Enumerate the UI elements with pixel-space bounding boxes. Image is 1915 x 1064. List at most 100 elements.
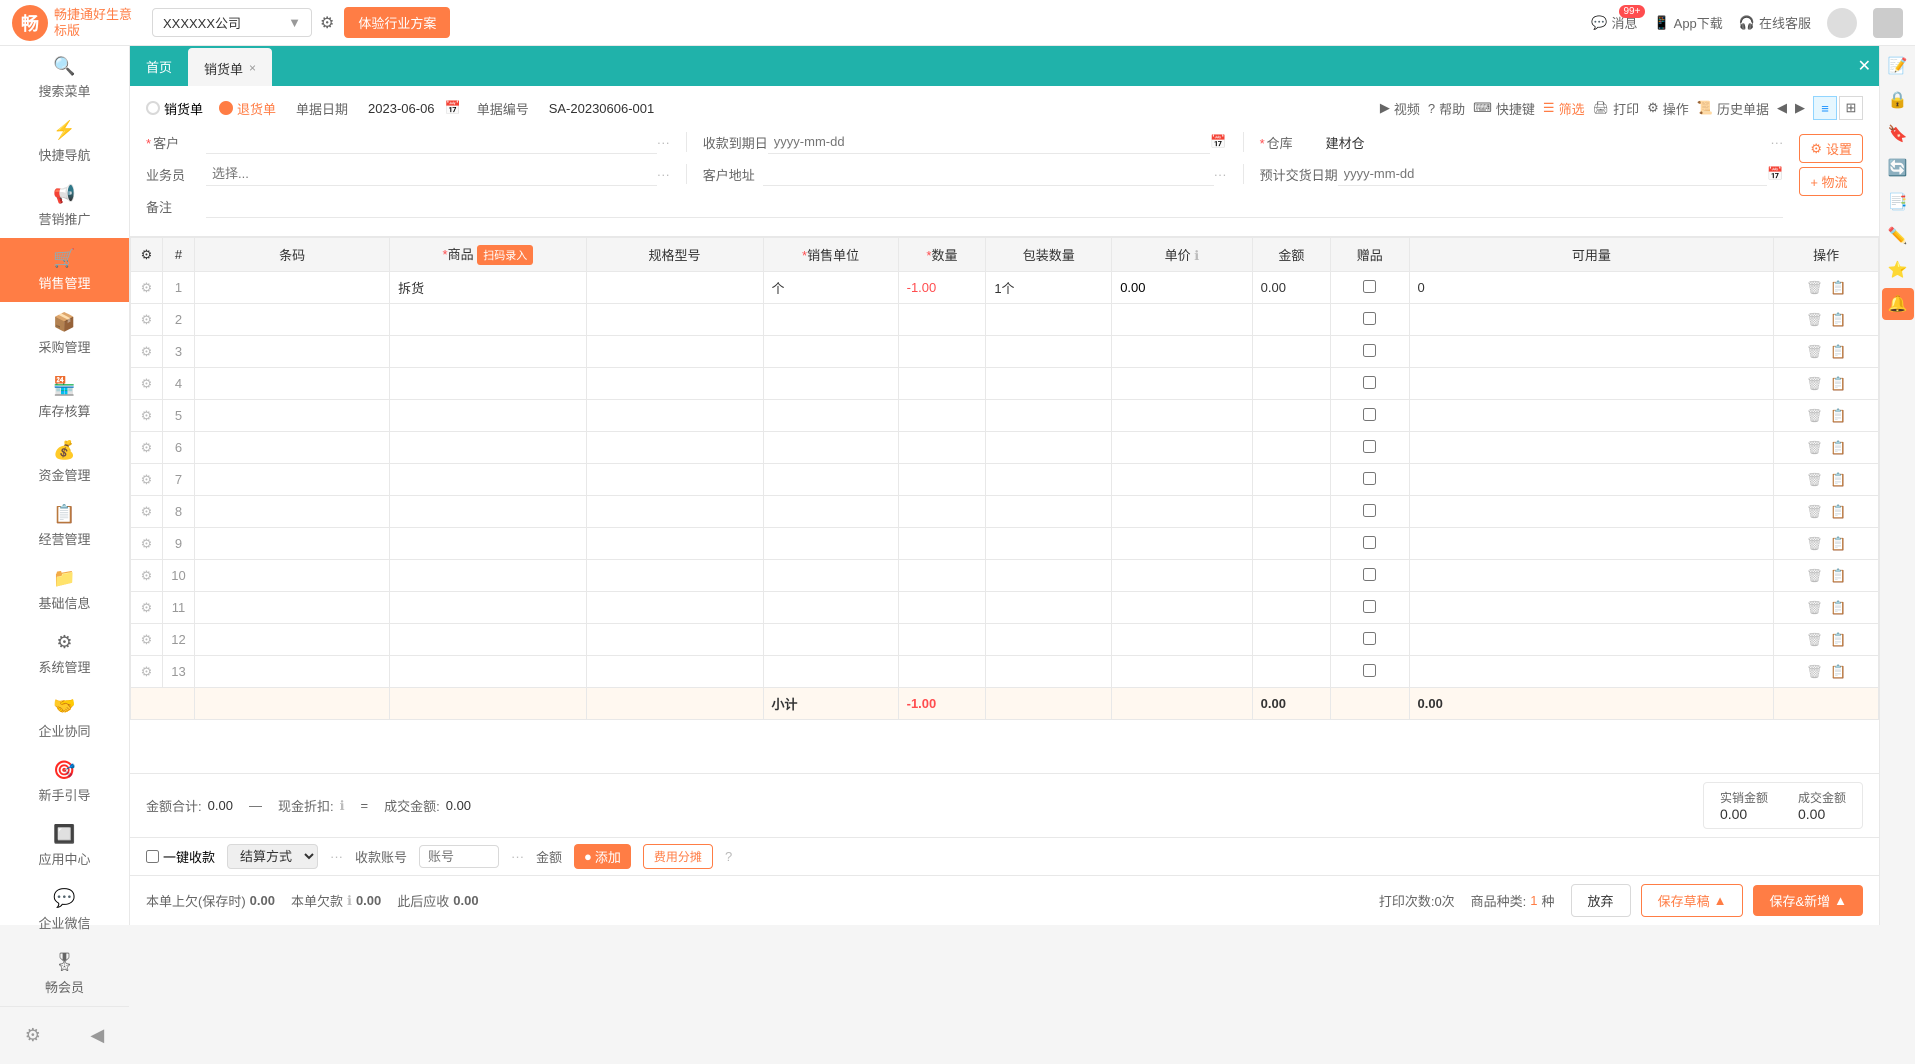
cell-barcode-8[interactable]	[195, 528, 390, 560]
sidebar-item-guide[interactable]: 🎯 新手引导	[0, 750, 129, 814]
th-settings[interactable]: ⚙	[131, 238, 163, 272]
logistics-btn[interactable]: + 物流	[1799, 167, 1863, 196]
copy-icon-8[interactable]: 📋	[1830, 536, 1846, 551]
cell-price-12[interactable]	[1112, 656, 1252, 688]
delete-icon-10[interactable]: 🗑	[1806, 600, 1823, 615]
cell-qty-11[interactable]	[898, 624, 986, 656]
cell-qty-10[interactable]	[898, 592, 986, 624]
cell-barcode-0[interactable]	[195, 272, 390, 304]
delivery-date-input[interactable]	[1338, 162, 1768, 186]
help-btn[interactable]: ? 帮助	[1428, 99, 1465, 118]
cell-barcode-5[interactable]	[195, 432, 390, 464]
sidebar-item-inventory[interactable]: 🏪 库存核算	[0, 366, 129, 430]
cell-qty-8[interactable]	[898, 528, 986, 560]
cell-price-10[interactable]	[1112, 592, 1252, 624]
cell-spec-9[interactable]	[586, 560, 763, 592]
cell-price-2[interactable]	[1112, 336, 1252, 368]
salesperson-input[interactable]	[206, 162, 657, 186]
copy-icon-11[interactable]: 📋	[1830, 632, 1846, 647]
copy-icon-4[interactable]: 📋	[1830, 408, 1846, 423]
cell-gift-7[interactable]	[1331, 496, 1409, 528]
cell-gift-12[interactable]	[1331, 656, 1409, 688]
cell-spec-10[interactable]	[586, 592, 763, 624]
cell-price-3[interactable]	[1112, 368, 1252, 400]
sidebar-item-marketing[interactable]: 📢 营销推广	[0, 174, 129, 238]
copy-icon-1[interactable]: 📋	[1830, 312, 1846, 327]
address-input[interactable]	[763, 162, 1214, 186]
cell-qty-0[interactable]: -1.00	[898, 272, 986, 304]
calc-method-dots[interactable]: ···	[330, 849, 343, 864]
sidebar-item-management[interactable]: 📋 经营管理	[0, 494, 129, 558]
radio-return[interactable]: 退货单	[219, 99, 276, 118]
cell-barcode-3[interactable]	[195, 368, 390, 400]
sidebar-item-finance[interactable]: 💰 资金管理	[0, 430, 129, 494]
account-dots[interactable]: ···	[511, 849, 524, 864]
copy-icon-12[interactable]: 📋	[1830, 664, 1846, 679]
cell-spec-11[interactable]	[586, 624, 763, 656]
cell-qty-12[interactable]	[898, 656, 986, 688]
right-star-btn[interactable]: ⭐	[1882, 254, 1914, 286]
sidebar-settings-btn[interactable]: ⚙	[25, 1015, 41, 1056]
operation-btn[interactable]: ⚙ 操作	[1647, 99, 1689, 118]
right-copy-btn[interactable]: 📑	[1882, 186, 1914, 218]
copy-icon-9[interactable]: 📋	[1830, 568, 1846, 583]
sidebar-item-enterprise[interactable]: 🤝 企业协同	[0, 686, 129, 750]
cell-spec-7[interactable]	[586, 496, 763, 528]
sidebar-item-sales[interactable]: 🛒 销售管理	[0, 238, 129, 302]
delete-icon-3[interactable]: 🗑	[1806, 376, 1823, 391]
delete-icon-11[interactable]: 🗑	[1806, 632, 1823, 647]
cell-spec-12[interactable]	[586, 656, 763, 688]
cell-barcode-2[interactable]	[195, 336, 390, 368]
cell-gift-0[interactable]	[1331, 272, 1409, 304]
cell-barcode-6[interactable]	[195, 464, 390, 496]
cell-gift-6[interactable]	[1331, 464, 1409, 496]
cell-barcode-1[interactable]	[195, 304, 390, 336]
cell-spec-0[interactable]	[586, 272, 763, 304]
copy-icon-10[interactable]: 📋	[1830, 600, 1846, 615]
right-edit-btn[interactable]: ✏️	[1882, 220, 1914, 252]
nav-prev-icon[interactable]: ◀	[1777, 100, 1787, 116]
save-new-btn[interactable]: 保存&新增 ▲	[1753, 885, 1863, 916]
owed-info-icon[interactable]: ℹ	[347, 893, 352, 909]
filter-btn[interactable]: ☰ 筛选	[1543, 99, 1585, 118]
cell-qty-2[interactable]	[898, 336, 986, 368]
delete-icon-0[interactable]: 🗑	[1806, 280, 1823, 295]
video-btn[interactable]: ▶ 视频	[1380, 99, 1420, 118]
delete-icon-2[interactable]: 🗑	[1806, 344, 1823, 359]
cell-gift-8[interactable]	[1331, 528, 1409, 560]
cell-barcode-9[interactable]	[195, 560, 390, 592]
trial-button[interactable]: 体验行业方案	[344, 7, 450, 38]
cell-barcode-4[interactable]	[195, 400, 390, 432]
cell-gift-1[interactable]	[1331, 304, 1409, 336]
cell-gift-5[interactable]	[1331, 432, 1409, 464]
cell-qty-9[interactable]	[898, 560, 986, 592]
cell-gift-2[interactable]	[1331, 336, 1409, 368]
cell-barcode-10[interactable]	[195, 592, 390, 624]
warehouse-dots[interactable]: ···	[1770, 135, 1783, 150]
history-btn[interactable]: 📜 历史单据	[1697, 99, 1769, 118]
note-input[interactable]	[206, 194, 1783, 218]
due-date-input[interactable]	[768, 130, 1211, 154]
expense-info-icon[interactable]: ?	[725, 849, 732, 864]
delete-icon-1[interactable]: 🗑	[1806, 312, 1823, 327]
sidebar-item-system[interactable]: ⚙ 系统管理	[0, 622, 129, 686]
copy-icon-3[interactable]: 📋	[1830, 376, 1846, 391]
sidebar-item-member[interactable]: 🎖 畅会员	[0, 942, 129, 1006]
cell-qty-6[interactable]	[898, 464, 986, 496]
online-service-btn[interactable]: 🎧 在线客服	[1739, 13, 1811, 32]
copy-icon-6[interactable]: 📋	[1830, 472, 1846, 487]
cell-spec-3[interactable]	[586, 368, 763, 400]
cell-price-4[interactable]	[1112, 400, 1252, 432]
list-view-btn[interactable]: ≡	[1813, 96, 1837, 120]
tab-home[interactable]: 首页	[130, 46, 188, 86]
one-click-checkbox[interactable]	[146, 850, 159, 863]
app-download-btn[interactable]: 📱 App下载	[1653, 13, 1722, 32]
tab-close-btn[interactable]: ×	[249, 61, 256, 75]
delete-icon-7[interactable]: 🗑	[1806, 504, 1823, 519]
tab-sales-order[interactable]: 销货单 ×	[188, 48, 272, 88]
settings-side-btn[interactable]: ⚙ 设置	[1799, 134, 1863, 163]
grid-view-btn[interactable]: ⊞	[1839, 96, 1863, 120]
cell-spec-8[interactable]	[586, 528, 763, 560]
right-refresh-btn[interactable]: 🔄	[1882, 152, 1914, 184]
cell-price-5[interactable]	[1112, 432, 1252, 464]
